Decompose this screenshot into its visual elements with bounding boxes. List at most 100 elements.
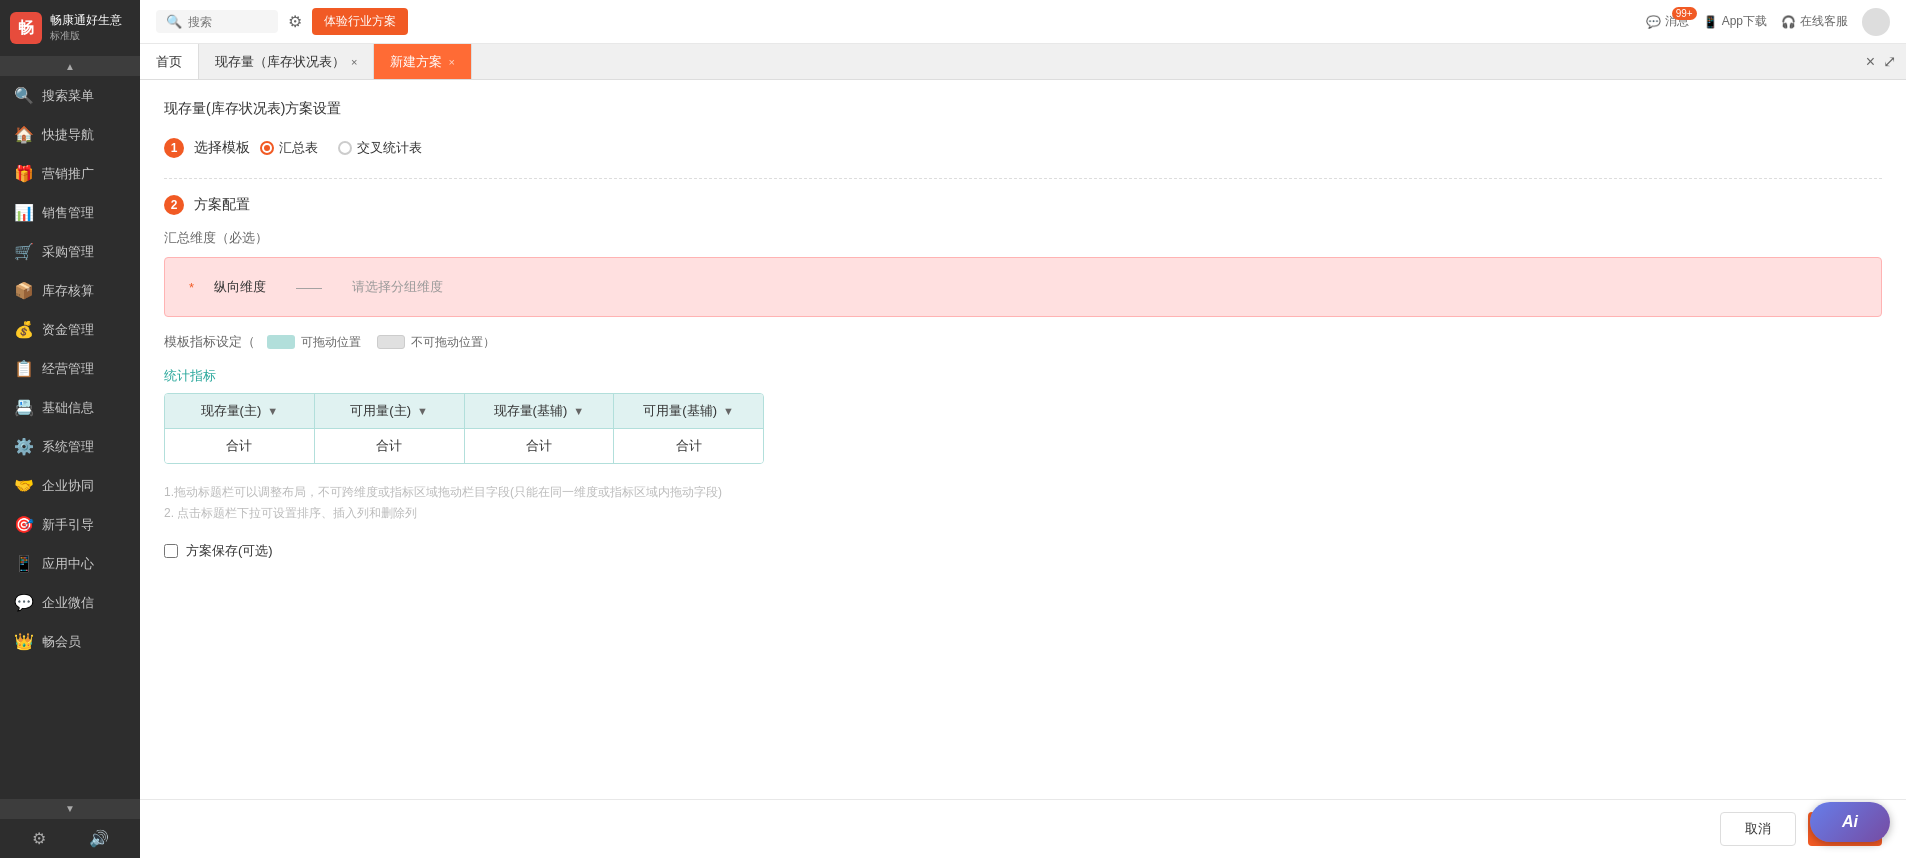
user-avatar[interactable] — [1862, 8, 1890, 36]
summary-dimension-label: 汇总维度（必选） — [164, 229, 1882, 247]
inventory-icon: 📦 — [14, 281, 34, 300]
sidebar-item-sales[interactable]: 📊 销售管理 — [0, 193, 140, 232]
stats-col-available-main[interactable]: 可用量(主) ▼ — [315, 394, 465, 428]
volume-icon[interactable]: 🔊 — [89, 829, 109, 848]
sidebar-item-inventory[interactable]: 📦 库存核算 — [0, 271, 140, 310]
tabs-bar: 首页 现存量（库存状况表） × 新建方案 × × ⤢ — [140, 44, 1906, 80]
service-icon: 🎧 — [1781, 15, 1796, 29]
sidebar-item-basic[interactable]: 📇 基础信息 — [0, 388, 140, 427]
col-available-main-chevron[interactable]: ▼ — [417, 405, 428, 417]
window-expand-btn[interactable]: ⤢ — [1883, 52, 1896, 71]
sidebar-item-operations[interactable]: 📋 经营管理 — [0, 349, 140, 388]
search-input[interactable] — [188, 15, 268, 29]
sidebar-item-label: 采购管理 — [42, 243, 94, 261]
stats-cell-available-base: 合计 — [614, 428, 763, 463]
step1-badge: 1 — [164, 138, 184, 158]
sidebar-item-newbie[interactable]: 🎯 新手引导 — [0, 505, 140, 544]
sidebar-item-label: 快捷导航 — [42, 126, 94, 144]
sidebar-item-member[interactable]: 👑 畅会员 — [0, 622, 140, 661]
tab-new-plan[interactable]: 新建方案 × — [374, 44, 471, 79]
member-icon: 👑 — [14, 632, 34, 651]
stats-table-body: 合计 合计 合计 合计 — [165, 428, 763, 463]
col-main-qty-chevron[interactable]: ▼ — [267, 405, 278, 417]
tab-new-plan-close[interactable]: × — [448, 56, 454, 68]
sidebar-item-label: 营销推广 — [42, 165, 94, 183]
tab-home[interactable]: 首页 — [140, 44, 199, 79]
sidebar-item-marketing[interactable]: 🎁 营销推广 — [0, 154, 140, 193]
tab-inventory-status[interactable]: 现存量（库存状况表） × — [199, 44, 374, 79]
system-icon: ⚙️ — [14, 437, 34, 456]
sidebar-scroll-up[interactable]: ▲ — [0, 57, 140, 76]
step2-section: 2 方案配置 汇总维度（必选） * 纵向维度 —— 请选择分组维度 — [164, 195, 1882, 522]
col-available-base-chevron[interactable]: ▼ — [723, 405, 734, 417]
wechat-icon: 💬 — [14, 593, 34, 612]
sidebar-item-label: 销售管理 — [42, 204, 94, 222]
tab-inventory-close[interactable]: × — [351, 56, 357, 68]
window-close-btn[interactable]: × — [1866, 53, 1875, 71]
stats-cell-base-qty: 合计 — [465, 428, 615, 463]
apps-icon: 📱 — [14, 554, 34, 573]
sidebar-item-system[interactable]: ⚙️ 系统管理 — [0, 427, 140, 466]
purchase-icon: 🛒 — [14, 242, 34, 261]
sidebar-item-wechat[interactable]: 💬 企业微信 — [0, 583, 140, 622]
radio-cross[interactable]: 交叉统计表 — [338, 139, 422, 157]
legend-draggable-label: 可拖动位置 — [301, 334, 361, 351]
search-icon: 🔍 — [14, 86, 34, 105]
step1-header: 1 选择模板 汇总表 交叉统计表 — [164, 138, 1882, 158]
service-label: 在线客服 — [1800, 13, 1848, 30]
sidebar-item-finance[interactable]: 💰 资金管理 — [0, 310, 140, 349]
stats-cell-available-main: 合计 — [315, 428, 465, 463]
industry-btn[interactable]: 体验行业方案 — [312, 8, 408, 35]
sidebar: 畅 畅康通好生意 标准版 ▲ 🔍 搜索菜单 🏠 快捷导航 🎁 营销推广 📊 销售… — [0, 0, 140, 858]
sales-icon: 📊 — [14, 203, 34, 222]
radio-summary-circle — [260, 141, 274, 155]
message-btn[interactable]: 💬 消息 99+ — [1646, 13, 1689, 30]
app-icon: 📱 — [1703, 15, 1718, 29]
dimension-required: * — [189, 280, 194, 295]
stats-section-label: 统计指标 — [164, 367, 1882, 385]
app-logo-icon: 畅 — [10, 12, 42, 44]
sidebar-item-cooperation[interactable]: 🤝 企业协同 — [0, 466, 140, 505]
sidebar-item-shortcuts[interactable]: 🏠 快捷导航 — [0, 115, 140, 154]
search-box[interactable]: 🔍 — [156, 10, 278, 33]
col-base-qty-chevron[interactable]: ▼ — [573, 405, 584, 417]
sidebar-item-search[interactable]: 🔍 搜索菜单 — [0, 76, 140, 115]
sidebar-logo: 畅 畅康通好生意 标准版 — [0, 0, 140, 57]
tab-new-plan-label: 新建方案 — [390, 53, 442, 71]
sidebar-item-purchase[interactable]: 🛒 采购管理 — [0, 232, 140, 271]
sidebar-item-label: 基础信息 — [42, 399, 94, 417]
sidebar-item-label: 企业微信 — [42, 594, 94, 612]
save-checkbox[interactable] — [164, 544, 178, 558]
step1-label: 选择模板 — [194, 139, 250, 157]
settings-gear-icon[interactable]: ⚙ — [288, 12, 302, 31]
dimension-placeholder[interactable]: 请选择分组维度 — [352, 278, 443, 296]
cancel-button[interactable]: 取消 — [1720, 812, 1796, 846]
sidebar-item-label: 资金管理 — [42, 321, 94, 339]
stats-table: 现存量(主) ▼ 可用量(主) ▼ 现存量(基辅) ▼ — [164, 393, 764, 464]
online-service-btn[interactable]: 🎧 在线客服 — [1781, 13, 1848, 30]
step2-label: 方案配置 — [194, 196, 250, 214]
app-name-block: 畅康通好生意 标准版 — [50, 13, 122, 43]
basic-icon: 📇 — [14, 398, 34, 417]
stats-col-main-qty[interactable]: 现存量(主) ▼ — [165, 394, 315, 428]
indicator-settings: 模板指标设定（ 可拖动位置 不可拖动位置） — [164, 333, 1882, 351]
sidebar-bottom: ⚙ 🔊 — [0, 818, 140, 858]
main-area: 🔍 ⚙ 体验行业方案 💬 消息 99+ 📱 App下载 🎧 在线客服 首页 — [140, 0, 1906, 858]
gift-icon: 🎁 — [14, 164, 34, 183]
legend-non-draggable: 不可拖动位置） — [377, 334, 495, 351]
sidebar-item-label: 企业协同 — [42, 477, 94, 495]
sidebar-item-apps[interactable]: 📱 应用中心 — [0, 544, 140, 583]
col-available-base-label: 可用量(基辅) — [643, 402, 717, 420]
stats-col-available-base[interactable]: 可用量(基辅) ▼ — [614, 394, 763, 428]
app-download-btn[interactable]: 📱 App下载 — [1703, 13, 1767, 30]
stats-col-base-qty[interactable]: 现存量(基辅) ▼ — [465, 394, 615, 428]
tab-home-label: 首页 — [156, 53, 182, 71]
radio-summary[interactable]: 汇总表 — [260, 139, 318, 157]
sidebar-item-label: 库存核算 — [42, 282, 94, 300]
legend-draggable: 可拖动位置 — [267, 334, 361, 351]
template-radio-group: 汇总表 交叉统计表 — [260, 139, 422, 157]
ai-float-button[interactable]: Ai — [1810, 802, 1890, 842]
sidebar-scroll-down[interactable]: ▼ — [0, 799, 140, 818]
settings-bottom-icon[interactable]: ⚙ — [32, 829, 46, 848]
stats-table-header: 现存量(主) ▼ 可用量(主) ▼ 现存量(基辅) ▼ — [165, 394, 763, 428]
